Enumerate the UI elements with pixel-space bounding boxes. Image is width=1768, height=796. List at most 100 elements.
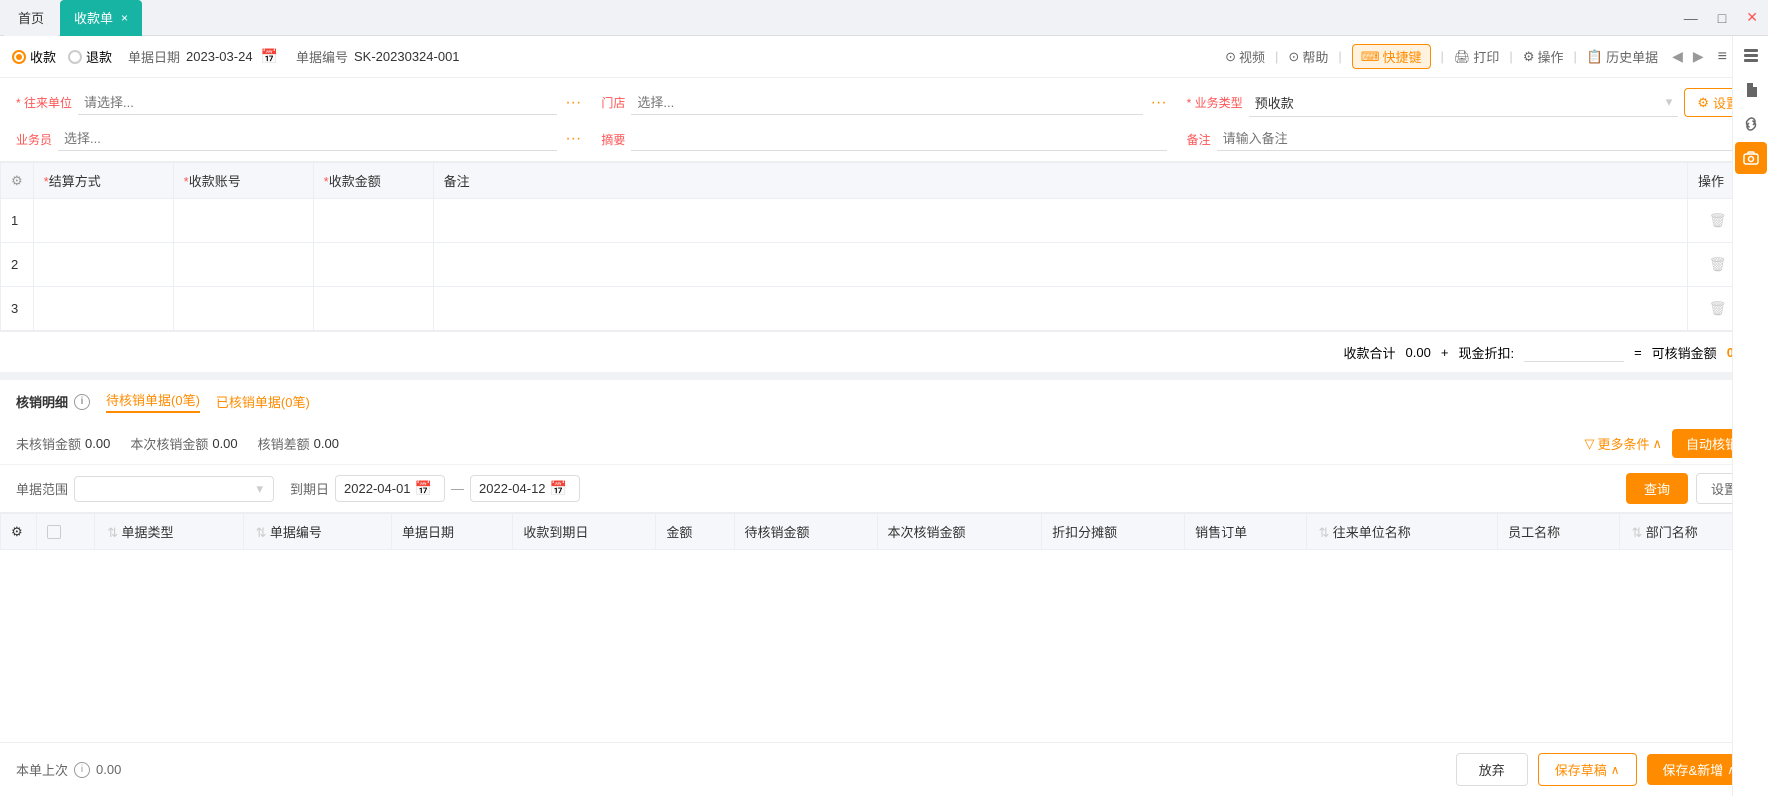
print-icon: 🖨 [1454, 49, 1471, 65]
data-table: ⚙ *结算方式 *收款账号 *收款金额 备注 操作 [0, 162, 1768, 331]
partner-input[interactable] [78, 91, 557, 115]
row2-amount[interactable] [313, 243, 433, 287]
shop-field: 门店 ··· [601, 91, 1166, 115]
row1-account[interactable] [173, 199, 313, 243]
gear-icon-bottom[interactable]: ⚙ [11, 524, 23, 539]
filter-icon: ▽ [1584, 436, 1594, 452]
query-btn[interactable]: 查询 [1626, 473, 1688, 504]
row3-account[interactable] [173, 287, 313, 331]
sidebar-doc-icon[interactable] [1735, 74, 1767, 106]
order-info-icon[interactable]: i [74, 762, 90, 778]
history-label: 历史单据 [1606, 47, 1658, 66]
done-tab[interactable]: 已核销单据(0笔) [216, 392, 310, 411]
layout-btn[interactable]: ≡ [1718, 48, 1727, 66]
history-icon: 📋 [1587, 49, 1603, 65]
table-row: 1 🗑 ⊕ [1, 199, 1768, 243]
tab-close-icon[interactable]: × [121, 11, 128, 25]
more-conditions-btn[interactable]: ▽ 更多条件 ∧ [1584, 434, 1662, 453]
sidebar-camera-icon[interactable] [1735, 142, 1767, 174]
doc-number-label: 单据编号 [296, 47, 348, 66]
tab-bar: 首页 收款单 × — □ ✕ [0, 0, 1768, 36]
maximize-btn[interactable]: □ [1712, 8, 1732, 28]
unverified-label: 未核销金额 [16, 434, 81, 453]
row2-remark[interactable] [433, 243, 1687, 287]
print-btn[interactable]: 🖨 打印 [1454, 47, 1500, 66]
save-draft-arrow: ∧ [1611, 763, 1620, 777]
biz-type-select[interactable]: 预收款 ▾ [1249, 89, 1679, 117]
diff-value: 0.00 [314, 436, 339, 451]
row3-delete-icon[interactable]: 🗑 [1709, 300, 1727, 317]
partner-field: 往来单位 ··· [16, 91, 581, 115]
doc-date-value[interactable]: 2023-03-24 [186, 49, 253, 64]
shop-input[interactable] [631, 91, 1142, 115]
query-btn-label: 查询 [1644, 482, 1670, 497]
history-btn[interactable]: 📋 历史单据 [1587, 47, 1658, 66]
window-controls: — □ ✕ [1678, 7, 1764, 28]
shortcut-btn[interactable]: ⌨ 快捷键 [1352, 44, 1431, 69]
date-from-input[interactable]: 2022-04-01 📅 [335, 475, 445, 502]
range-arrow: ▾ [256, 481, 263, 497]
help-icon: ⊙ [1288, 49, 1299, 65]
more-conditions-label: 更多条件 [1597, 434, 1649, 453]
section-info-icon[interactable]: i [74, 394, 90, 410]
tab-receipt[interactable]: 收款单 × [60, 0, 142, 36]
row1-amount[interactable] [313, 199, 433, 243]
row1-delete-icon[interactable]: 🗑 [1709, 212, 1727, 229]
radio-collect[interactable]: 收款 [12, 47, 56, 66]
pending-tab[interactable]: 待核销单据(0笔) [106, 390, 200, 413]
col-amount: *收款金额 [313, 163, 433, 199]
col-settings: ⚙ [1, 163, 34, 199]
gear-icon: ⚙ [1697, 95, 1709, 111]
summary-input[interactable] [631, 127, 1166, 151]
row2-settle[interactable] [33, 243, 173, 287]
minimize-btn[interactable]: — [1678, 8, 1704, 28]
video-btn[interactable]: ⊙ 视频 [1225, 47, 1265, 66]
doc-date-cal-icon[interactable]: 📅 [259, 48, 280, 65]
doc-number-value[interactable]: SK-20230324-001 [354, 49, 460, 64]
available-label: 可核销金额 [1652, 343, 1717, 362]
tab-home[interactable]: 首页 [4, 0, 58, 36]
bottom-table: ⚙ ⇅ 单据类型 ⇅ 单据编号 单据日期 [0, 513, 1768, 550]
nav-prev[interactable]: ◀ [1668, 46, 1687, 67]
row2-delete-icon[interactable]: 🗑 [1709, 256, 1727, 273]
row3-remark[interactable] [433, 287, 1687, 331]
doc-date-label: 单据日期 [128, 47, 180, 66]
col-pending: 待核销金额 [734, 514, 877, 550]
radio-refund[interactable]: 退款 [68, 47, 112, 66]
biz-type-arrow: ▾ [1666, 94, 1673, 110]
table-settings-icon[interactable]: ⚙ [11, 173, 23, 188]
col-doc-date: 单据日期 [392, 514, 513, 550]
row1-settle[interactable] [33, 199, 173, 243]
row1-remark[interactable] [433, 199, 1687, 243]
row3-settle[interactable] [33, 287, 173, 331]
radio-collect-circle [12, 50, 26, 64]
staff-input[interactable] [58, 127, 557, 151]
row3-amount[interactable] [313, 287, 433, 331]
nav-next[interactable]: ▶ [1689, 46, 1708, 67]
sort-icon4: ⇅ [1632, 525, 1643, 540]
help-btn[interactable]: ⊙ 帮助 [1288, 47, 1328, 66]
unverified-item: 未核销金额 0.00 [16, 434, 110, 453]
shop-more-btn[interactable]: ··· [1151, 94, 1167, 112]
sidebar-table-icon[interactable] [1735, 40, 1767, 72]
print-label: 打印 [1473, 47, 1499, 66]
sidebar-link-icon[interactable] [1735, 108, 1767, 140]
discount-input[interactable] [1524, 342, 1624, 362]
help-label: 帮助 [1302, 47, 1328, 66]
form-row-1: 往来单位 ··· 门店 ··· 业务类型 预收款 ▾ ⚙ 设置 [16, 88, 1752, 117]
range-select[interactable]: ▾ [74, 476, 274, 502]
row2-account[interactable] [173, 243, 313, 287]
staff-more-btn[interactable]: ··· [565, 130, 581, 148]
select-all-checkbox[interactable] [47, 525, 61, 539]
operation-btn[interactable]: ⚙ 操作 [1523, 47, 1564, 66]
discount-label: 现金折扣: [1458, 343, 1514, 362]
close-btn[interactable]: ✕ [1740, 7, 1764, 28]
done-tab-label: 已核销单据(0笔) [216, 395, 310, 410]
date-to-input[interactable]: 2022-04-12 📅 [470, 475, 580, 502]
abandon-btn[interactable]: 放弃 [1456, 753, 1528, 786]
remark-input[interactable] [1217, 127, 1752, 151]
section-title: 核销明细 i [16, 392, 90, 411]
save-draft-btn[interactable]: 保存草稿 ∧ [1538, 753, 1637, 786]
partner-more-btn[interactable]: ··· [565, 94, 581, 112]
unverified-value: 0.00 [85, 436, 110, 451]
